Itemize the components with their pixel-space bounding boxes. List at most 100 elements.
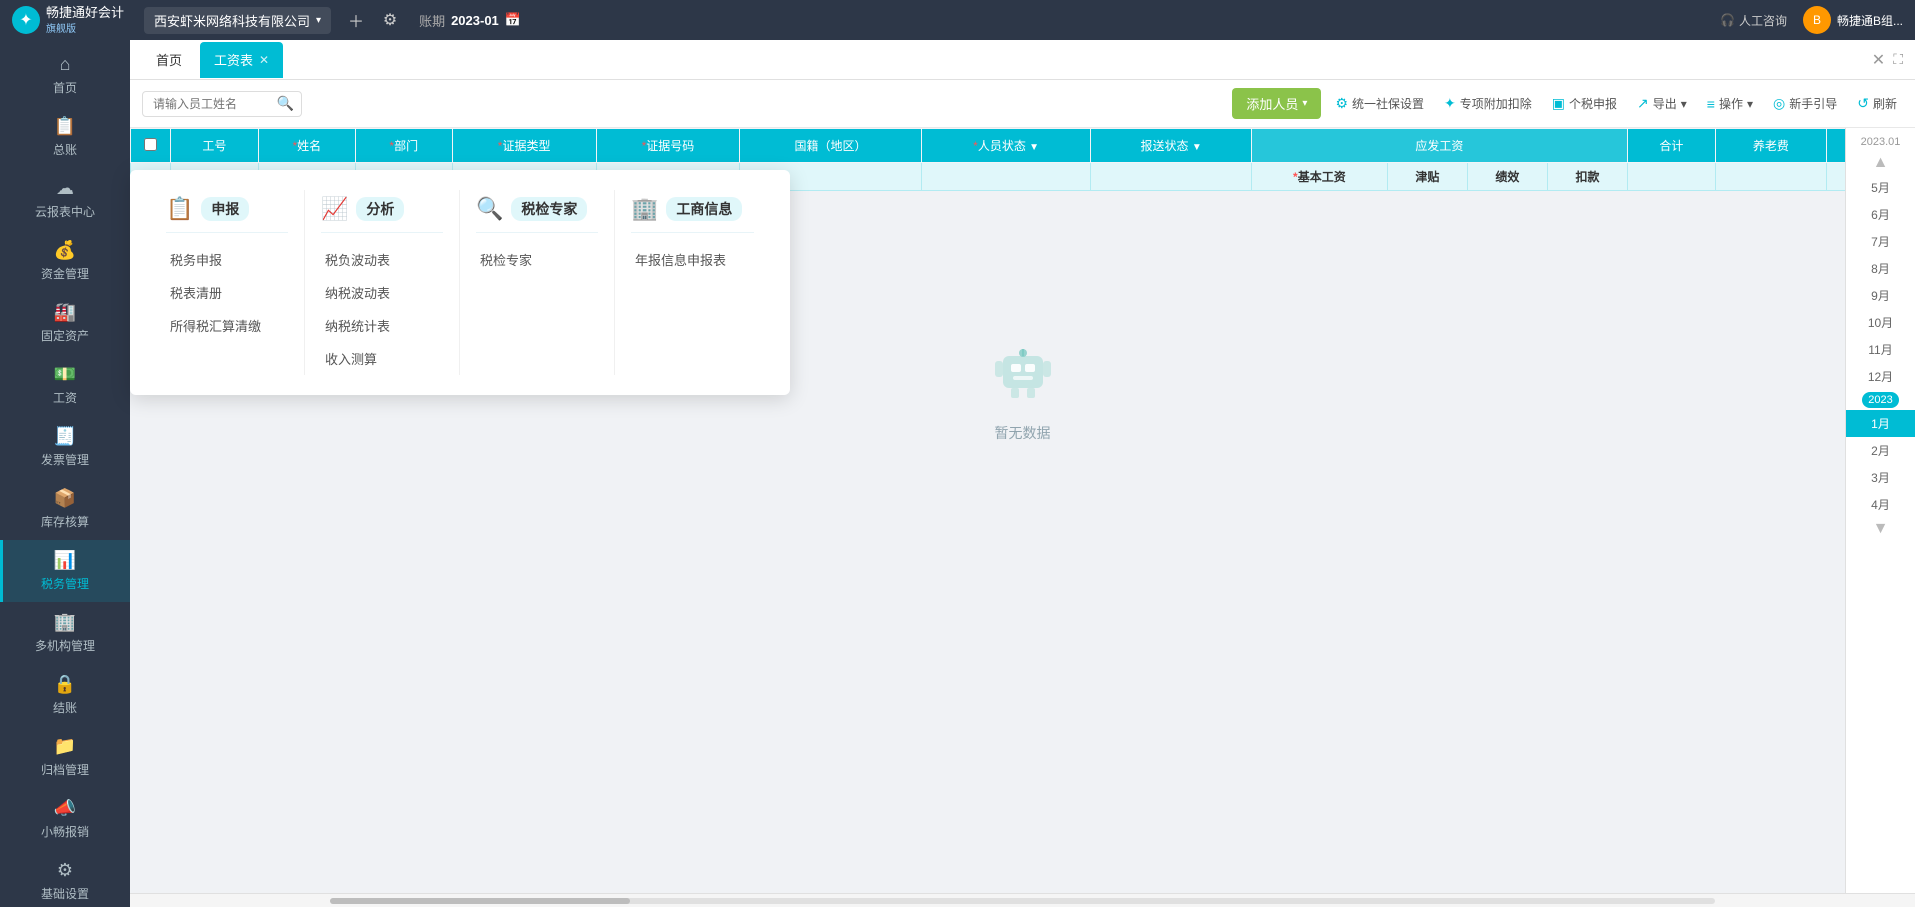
- sidebar-item-multi-org[interactable]: 🏢 多机构管理: [0, 602, 130, 664]
- social-insurance-label: 统一社保设置: [1352, 95, 1424, 112]
- tab-bar: 首页 工资表 ✕ ✕ ⛶: [130, 40, 1915, 80]
- new-guide-button[interactable]: ◎ 新手引导: [1767, 91, 1843, 116]
- menu-item-tax-check[interactable]: 税检专家: [476, 243, 598, 276]
- help-button[interactable]: 🎧 人工咨询: [1720, 12, 1787, 29]
- sidebar-item-salary[interactable]: 💵 工资: [0, 354, 130, 416]
- add-icon[interactable]: ＋: [343, 7, 369, 33]
- headset-icon: 🎧: [1720, 13, 1735, 27]
- tab-home[interactable]: 首页: [142, 42, 196, 78]
- month-3[interactable]: 3月: [1846, 464, 1915, 491]
- operation-button[interactable]: ≡ 操作 ▾: [1701, 91, 1759, 116]
- month-10[interactable]: 10月: [1846, 309, 1915, 336]
- menu-item-income-calc[interactable]: 收入测算: [321, 342, 443, 375]
- scroll-thumb[interactable]: [330, 898, 630, 904]
- export-button[interactable]: ↗ 导出 ▾: [1631, 91, 1693, 116]
- sidebar-item-xiaochange[interactable]: 📣 小畅报销: [0, 788, 130, 850]
- new-guide-icon: ◎: [1773, 95, 1785, 112]
- month-2[interactable]: 2月: [1846, 437, 1915, 464]
- th-employee-no: 工号: [171, 129, 259, 163]
- month-9[interactable]: 9月: [1846, 282, 1915, 309]
- business-info-icon: 🏢: [631, 196, 658, 222]
- new-guide-label: 新手引导: [1789, 95, 1837, 112]
- th2-pension: [1715, 163, 1826, 191]
- menu-item-tax-form[interactable]: 税表清册: [166, 276, 288, 309]
- horizontal-scrollbar[interactable]: [130, 893, 1915, 907]
- user-avatar: B: [1803, 6, 1831, 34]
- analysis-title: 分析: [356, 197, 404, 221]
- month-6[interactable]: 6月: [1846, 201, 1915, 228]
- sidebar-item-tax[interactable]: 📊 税务管理: [0, 540, 130, 602]
- th2-pstatus: [921, 163, 1091, 191]
- special-deduction-button[interactable]: ✦ 专项附加扣除: [1438, 91, 1538, 116]
- maximize-icon[interactable]: ⛶: [1893, 51, 1903, 68]
- menu-item-tax-stat[interactable]: 纳税统计表: [321, 309, 443, 342]
- sidebar-item-invoice[interactable]: 🧾 发票管理: [0, 416, 130, 478]
- sidebar-item-basic-settings[interactable]: ⚙ 基础设置: [0, 850, 130, 907]
- menu-item-annual-report[interactable]: 年报信息申报表: [631, 243, 754, 276]
- archive-icon: 📁: [54, 736, 76, 757]
- personal-tax-label: 个税申报: [1569, 95, 1617, 112]
- personal-tax-button[interactable]: ▣ 个税申报: [1546, 91, 1623, 116]
- declaration-title: 申报: [201, 197, 249, 221]
- month-5[interactable]: 5月: [1846, 174, 1915, 201]
- month-1[interactable]: 1月: [1846, 410, 1915, 437]
- company-selector[interactable]: 西安虾米网络科技有限公司 ▾: [144, 7, 331, 34]
- sidebar-item-inventory[interactable]: 📦 库存核算: [0, 478, 130, 540]
- month-7[interactable]: 7月: [1846, 228, 1915, 255]
- sidebar-item-close[interactable]: 🔒 结账: [0, 664, 130, 726]
- tax-icon: 📊: [54, 550, 76, 571]
- close-period-icon: 🔒: [54, 674, 76, 695]
- social-insurance-icon: ⚙: [1335, 95, 1348, 112]
- menu-item-tax-declare[interactable]: 税务申报: [166, 243, 288, 276]
- th-pension: 养老费: [1715, 129, 1826, 163]
- menu-section-header-tax-expert: 🔍 税检专家: [476, 190, 598, 233]
- user-name: 畅捷通B组...: [1837, 12, 1903, 29]
- social-insurance-button[interactable]: ⚙ 统一社保设置: [1329, 91, 1430, 116]
- tab-salary-label: 工资表: [214, 50, 253, 69]
- menu-item-tax-burden[interactable]: 税负波动表: [321, 243, 443, 276]
- tab-salary[interactable]: 工资表 ✕: [200, 42, 283, 78]
- menu-item-tax-dynamic[interactable]: 纳税波动表: [321, 276, 443, 309]
- salary-icon: 💵: [54, 364, 76, 385]
- th-domicile: 国籍（地区）: [740, 129, 922, 163]
- select-all-checkbox[interactable]: [144, 138, 157, 151]
- sidebar-label-ledger: 总账: [53, 141, 77, 158]
- sidebar-item-fund[interactable]: 💰 资金管理: [0, 230, 130, 292]
- menu-section-declaration: 📋 申报 税务申报 税表清册 所得税汇算清缴: [150, 190, 305, 375]
- add-person-button[interactable]: 添加人员 ▾: [1232, 88, 1321, 119]
- sidebar-label-close: 结账: [53, 699, 77, 716]
- year-prev-icon[interactable]: ▲: [1873, 152, 1889, 174]
- settings-icon[interactable]: ⚙: [377, 7, 403, 33]
- sidebar-item-ledger[interactable]: 📋 总账: [0, 106, 130, 168]
- th2-allowance: 津贴: [1387, 163, 1467, 191]
- sidebar-label-salary: 工资: [53, 389, 77, 406]
- sidebar-item-home[interactable]: ⌂ 首页: [0, 44, 130, 106]
- th-check[interactable]: [131, 129, 171, 163]
- personal-tax-icon: ▣: [1552, 95, 1565, 112]
- menu-item-income-tax-calc[interactable]: 所得税汇算清缴: [166, 309, 288, 342]
- refresh-button[interactable]: ↺ 刷新: [1851, 91, 1903, 116]
- sidebar-item-cloud-report[interactable]: ☁ 云报表中心: [0, 168, 130, 230]
- toolbar: 🔍 添加人员 ▾ ⚙ 统一社保设置 ✦ 专项附加扣除 ▣ 个税申报 ↗ 导出: [130, 80, 1915, 128]
- close-window-icon[interactable]: ✕: [1872, 50, 1885, 70]
- month-12[interactable]: 12月: [1846, 363, 1915, 390]
- top-bar: ✦ 畅捷通好会计 旗舰版 西安虾米网络科技有限公司 ▾ ＋ ⚙ 账期 2023-…: [0, 0, 1915, 40]
- special-deduction-icon: ✦: [1444, 95, 1456, 112]
- refresh-label: 刷新: [1873, 95, 1897, 112]
- add-person-arrow-icon: ▾: [1302, 98, 1307, 109]
- th-department: *部门: [355, 129, 452, 163]
- month-11[interactable]: 11月: [1846, 336, 1915, 363]
- year-next-icon[interactable]: ▼: [1873, 518, 1889, 540]
- sidebar-item-archive[interactable]: 📁 归档管理: [0, 726, 130, 788]
- sidebar-item-fixed-asset[interactable]: 🏭 固定资产: [0, 292, 130, 354]
- month-8[interactable]: 8月: [1846, 255, 1915, 282]
- user-info[interactable]: B 畅捷通B组...: [1803, 6, 1903, 34]
- period-info: 账期 2023-01 📅: [419, 11, 521, 30]
- add-person-label: 添加人员: [1246, 94, 1298, 113]
- calendar-icon[interactable]: 📅: [505, 12, 521, 28]
- tab-close-icon[interactable]: ✕: [259, 53, 269, 67]
- th-total: 合计: [1627, 129, 1715, 163]
- month-4[interactable]: 4月: [1846, 491, 1915, 518]
- fund-icon: 💰: [54, 240, 76, 261]
- operation-arrow-icon: ▾: [1747, 97, 1753, 111]
